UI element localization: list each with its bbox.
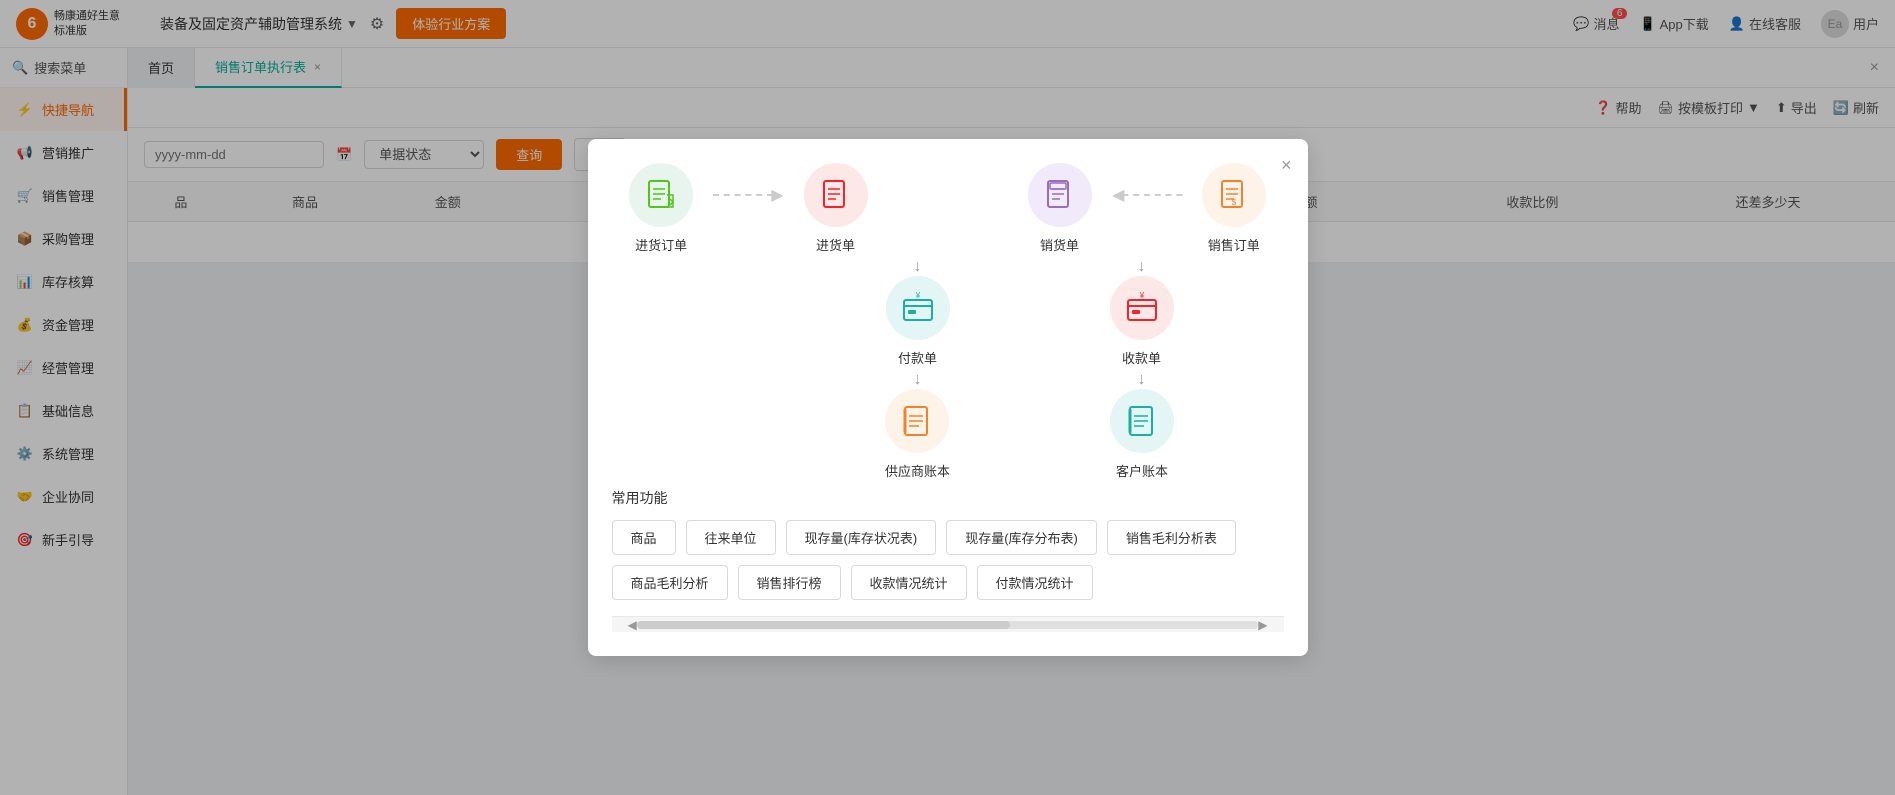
- common-btn-6[interactable]: 销售排行榜: [738, 565, 841, 600]
- quick-nav-modal: × 进货订单 ▶ 进货单: [588, 139, 1308, 656]
- common-title: 常用功能: [612, 488, 1284, 508]
- flow-diagram: 进货订单 ▶ 进货单 销货单: [612, 163, 1284, 480]
- svg-text:¥: ¥: [1138, 291, 1144, 300]
- modal-scrollbar[interactable]: ◀ ▶: [612, 616, 1284, 632]
- modal-overlay[interactable]: × 进货订单 ▶ 进货单: [0, 0, 1895, 795]
- flow-node-sales-bill[interactable]: 销货单: [1028, 163, 1092, 254]
- common-btns-container: 商品往来单位现存量(库存状况表) 现存量(库存分布表) 销售毛利分析表商品毛利分析销…: [612, 520, 1284, 600]
- arrow-left-1: ▶: [1112, 185, 1182, 205]
- flow-node-purchase-order[interactable]: 进货订单: [629, 163, 693, 254]
- common-btn-5[interactable]: 商品毛利分析: [612, 565, 728, 600]
- svg-text:$: $: [1232, 198, 1237, 207]
- flow-node-supplier-ledger[interactable]: 供应商账本: [885, 389, 950, 480]
- common-functions: 常用功能 商品往来单位现存量(库存状况表)现存量(库存分布表)销售毛利分析表商品…: [612, 488, 1284, 600]
- common-btn-4[interactable]: 销售毛利分析表: [1107, 520, 1236, 555]
- flow-arrows-down: ↓ ↓: [612, 258, 1284, 276]
- scroll-left-btn[interactable]: ◀: [628, 618, 637, 632]
- flow-node-sales-order[interactable]: $ 销售订单: [1202, 163, 1266, 254]
- flow-row-3: 供应商账本 客户账本: [612, 389, 1284, 480]
- scroll-right-btn[interactable]: ▶: [1258, 618, 1267, 632]
- flow-node-purchase-bill[interactable]: 进货单: [804, 163, 868, 254]
- arrow-right-1: ▶: [713, 185, 783, 205]
- common-btn-2[interactable]: 现存量(库存状况表): [786, 520, 937, 555]
- flow-row-1: 进货订单 ▶ 进货单 销货单: [612, 163, 1284, 254]
- svg-text:¥: ¥: [914, 291, 920, 300]
- common-btn-7[interactable]: 收款情况统计: [851, 565, 967, 600]
- scroll-track[interactable]: [637, 621, 1259, 629]
- modal-close-btn[interactable]: ×: [1281, 155, 1292, 176]
- flow-node-customer-ledger[interactable]: 客户账本: [1110, 389, 1174, 480]
- flow-node-receipt[interactable]: ¥ 收款单: [1110, 276, 1174, 367]
- scroll-thumb[interactable]: [637, 621, 1010, 629]
- common-btn-1[interactable]: 往来单位: [686, 520, 776, 555]
- flow-arrows-down-2: ↓ ↓: [612, 371, 1284, 389]
- common-btn-3[interactable]: 现存量(库存分布表): [946, 520, 1097, 555]
- flow-row-2: ¥ 付款单 ¥ 收款单: [612, 276, 1284, 367]
- common-btn-8[interactable]: 付款情况统计: [977, 565, 1093, 600]
- flow-node-payment[interactable]: ¥ 付款单: [886, 276, 950, 367]
- common-btn-0[interactable]: 商品: [612, 520, 676, 555]
